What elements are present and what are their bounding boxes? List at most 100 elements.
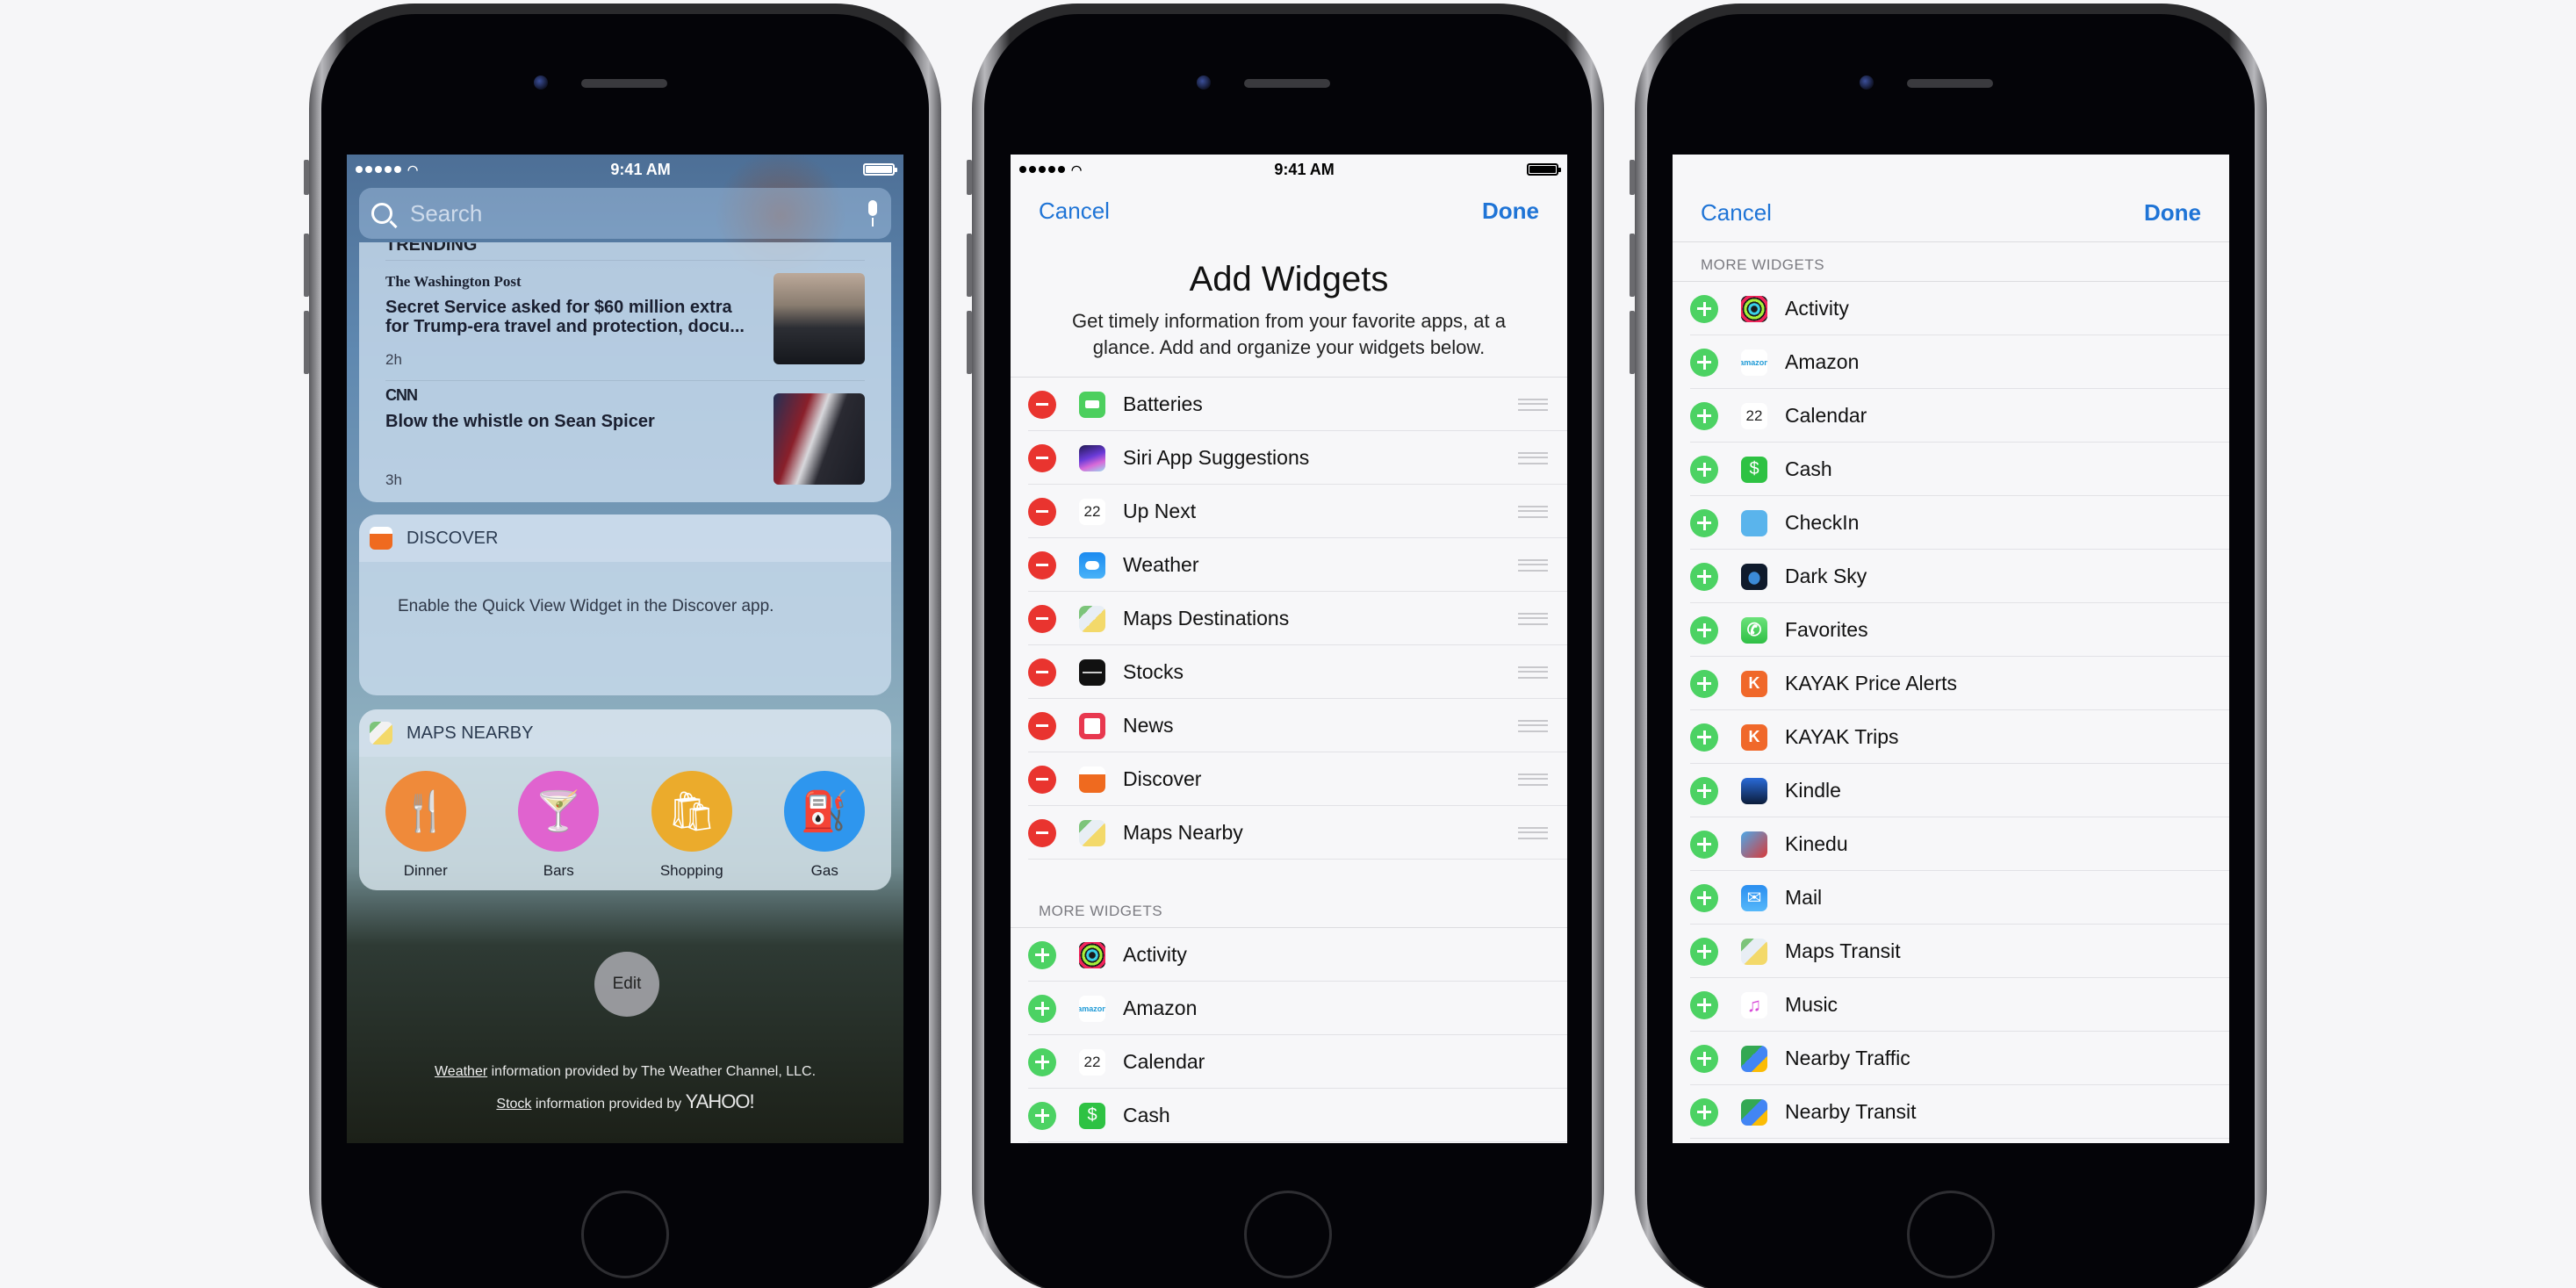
- category-gas[interactable]: ⛽ Gas: [776, 771, 873, 880]
- widget-name: Kinedu: [1785, 832, 1848, 855]
- active-widget-row: Stocks: [1011, 645, 1567, 699]
- weather-link[interactable]: Weather: [435, 1064, 487, 1079]
- available-widget-row: 22 Calendar: [1673, 389, 2229, 443]
- reorder-handle[interactable]: [1518, 666, 1548, 679]
- available-widget-row: K KAYAK Price Alerts: [1673, 657, 2229, 710]
- stock-link[interactable]: Stock: [496, 1097, 531, 1112]
- add-widget-button[interactable]: [1690, 348, 1718, 377]
- reorder-handle[interactable]: [1518, 398, 1548, 411]
- category-dinner[interactable]: 🍴 Dinner: [378, 771, 474, 880]
- remove-widget-button[interactable]: [1028, 550, 1056, 579]
- remove-widget-button[interactable]: [1028, 658, 1056, 687]
- maps-nearby-title: MAPS NEARBY: [407, 723, 534, 743]
- widget-name: Music: [1785, 993, 1838, 1016]
- add-widget-button[interactable]: [1690, 723, 1718, 752]
- add-widget-button[interactable]: [1690, 990, 1718, 1019]
- cash-icon: $: [1741, 456, 1767, 483]
- home-button[interactable]: [1907, 1191, 1995, 1278]
- add-widget-button[interactable]: [1690, 455, 1718, 484]
- reorder-handle[interactable]: [1518, 612, 1548, 625]
- weather-attribution: Weather information provided by The Weat…: [347, 1064, 903, 1080]
- remove-widget-button[interactable]: [1028, 711, 1056, 740]
- cash-icon: $: [1079, 1102, 1105, 1129]
- add-widget-button[interactable]: [1690, 401, 1718, 430]
- widget-name: News: [1123, 714, 1174, 737]
- home-button[interactable]: [581, 1191, 669, 1278]
- reorder-handle[interactable]: [1518, 558, 1548, 572]
- news-age: 3h: [385, 471, 402, 488]
- kinedu-icon: [1741, 831, 1767, 858]
- available-widget-row: ♫ Music: [1673, 978, 2229, 1032]
- search-input[interactable]: [410, 199, 867, 227]
- reorder-handle[interactable]: [1518, 826, 1548, 839]
- add-widget-button[interactable]: [1690, 669, 1718, 698]
- add-widget-button[interactable]: [1690, 294, 1718, 323]
- available-widget-row: $ Cash: [1011, 1089, 1567, 1142]
- add-widget-button[interactable]: [1690, 776, 1718, 805]
- status-bar: ◠ 9:41 AM: [1011, 155, 1567, 184]
- maps-nearby-widget: MAPS NEARBY 🍴 Dinner 🍸 Bars 🛍 Shopping ⛽…: [359, 709, 891, 890]
- add-widget-button[interactable]: [1690, 883, 1718, 912]
- news-item[interactable]: The Washington Post Secret Service asked…: [385, 260, 865, 379]
- cancel-button[interactable]: Cancel: [1701, 199, 1772, 227]
- search-bar[interactable]: [359, 188, 891, 239]
- add-widget-button[interactable]: [1690, 1097, 1718, 1126]
- reorder-handle[interactable]: [1518, 505, 1548, 518]
- add-widget-button[interactable]: [1028, 1047, 1056, 1076]
- stock-attribution: Stock information provided by YAHOO!: [347, 1090, 903, 1113]
- navigation-bar: Cancel Done: [1011, 184, 1567, 237]
- batteries-icon: [1079, 391, 1105, 418]
- remove-widget-button[interactable]: [1028, 390, 1056, 419]
- available-widget-row: ✉ Mail: [1673, 871, 2229, 925]
- remove-widget-button[interactable]: [1028, 818, 1056, 847]
- widget-name: Mail: [1785, 886, 1823, 909]
- reorder-handle[interactable]: [1518, 451, 1548, 464]
- microphone-icon[interactable]: [867, 200, 879, 227]
- wifi-icon: ◠: [1071, 162, 1083, 176]
- signal-dots-icon: ◠: [1019, 162, 1082, 177]
- widget-name: Cash: [1123, 1104, 1170, 1126]
- reorder-handle[interactable]: [1518, 719, 1548, 732]
- remove-widget-button[interactable]: [1028, 765, 1056, 794]
- category-shopping[interactable]: 🛍 Shopping: [644, 771, 740, 880]
- available-widget-row: Nearby Traffic: [1673, 1032, 2229, 1085]
- remove-widget-button[interactable]: [1028, 604, 1056, 633]
- add-widget-button[interactable]: [1690, 508, 1718, 537]
- add-widget-button[interactable]: [1690, 562, 1718, 591]
- add-widget-button[interactable]: [1028, 994, 1056, 1023]
- available-widget-row: Kinedu: [1673, 817, 2229, 871]
- add-widget-button[interactable]: [1690, 615, 1718, 644]
- remove-widget-button[interactable]: [1028, 443, 1056, 472]
- news-item[interactable]: CNN Blow the whistle on Sean Spicer 3h: [385, 380, 865, 500]
- home-button[interactable]: [1244, 1191, 1332, 1278]
- remove-widget-button[interactable]: [1028, 497, 1056, 526]
- more-widgets-header: MORE WIDGETS: [1701, 256, 1825, 273]
- more-widgets-header: MORE WIDGETS: [1039, 903, 1163, 919]
- discover-icon: [1079, 766, 1105, 793]
- done-button[interactable]: Done: [2144, 199, 2201, 227]
- add-widget-button[interactable]: [1028, 1101, 1056, 1130]
- discover-widget-header: DISCOVER: [359, 514, 891, 562]
- done-button[interactable]: Done: [1482, 198, 1539, 225]
- available-widget-row: Nearby Transit: [1673, 1085, 2229, 1139]
- discover-widget[interactable]: DISCOVER Enable the Quick View Widget in…: [359, 514, 891, 695]
- news-headline: Secret Service asked for $60 million ext…: [385, 298, 745, 336]
- category-label: Shopping: [659, 862, 723, 879]
- add-widget-button[interactable]: [1690, 937, 1718, 966]
- category-bars[interactable]: 🍸 Bars: [510, 771, 607, 880]
- search-icon: [371, 203, 392, 224]
- add-widget-button[interactable]: [1690, 830, 1718, 859]
- widget-name: Nearby Transit: [1785, 1100, 1917, 1123]
- kindle-icon: [1741, 777, 1767, 804]
- add-widgets-screen: ◠ 9:41 AM Cancel Done Add Widgets Get ti…: [1011, 155, 1567, 1143]
- page-description: Get timely information from your favorit…: [1072, 310, 1506, 358]
- cancel-button[interactable]: Cancel: [1039, 198, 1110, 225]
- discover-widget-title: DISCOVER: [407, 528, 499, 548]
- add-widget-button[interactable]: [1690, 1044, 1718, 1073]
- google-maps-icon: [1741, 1045, 1767, 1072]
- category-label: Bars: [543, 862, 574, 879]
- reorder-handle[interactable]: [1518, 773, 1548, 786]
- add-widget-button[interactable]: [1028, 940, 1056, 969]
- edit-button[interactable]: Edit: [594, 952, 659, 1017]
- widget-name: Activity: [1123, 943, 1187, 966]
